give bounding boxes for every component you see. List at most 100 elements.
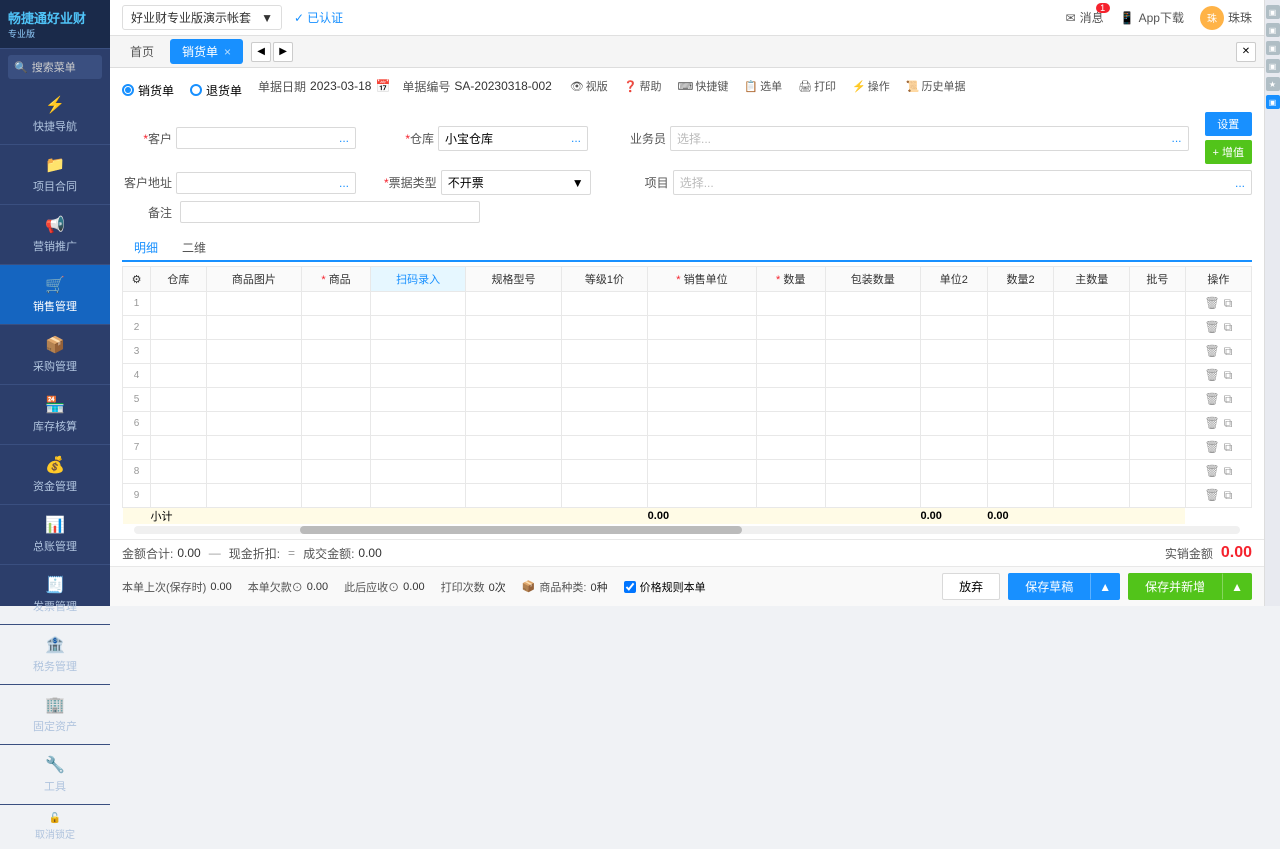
sidebar-item-accounting[interactable]: 📊 总账管理: [0, 505, 110, 565]
tab-home[interactable]: 首页: [118, 39, 166, 64]
message-button[interactable]: ✉ 1 消息: [1066, 9, 1104, 26]
detail-tab-section: 明细 二维: [110, 235, 1264, 266]
sidebar-item-invoice[interactable]: 🧾 发票管理: [0, 565, 110, 625]
table-row: 1 🗑 ⧉: [123, 292, 1252, 316]
row-delete-icon[interactable]: 🗑: [1204, 368, 1219, 383]
sidebar-item-tools[interactable]: 🔧 工具: [0, 745, 110, 805]
tab-close-all-button[interactable]: ✕: [1236, 42, 1256, 62]
operation-button[interactable]: ⚡ 操作: [846, 76, 896, 96]
sidebar-item-marketing[interactable]: 📢 营销推广: [0, 205, 110, 265]
save-draft-arrow[interactable]: ▲: [1090, 573, 1120, 600]
row-copy-icon[interactable]: ⧉: [1224, 296, 1233, 311]
row-copy-icon[interactable]: ⧉: [1224, 344, 1233, 359]
tab-next-button[interactable]: ▶: [273, 42, 293, 62]
salesman-input[interactable]: 选择... ...: [670, 126, 1189, 151]
sidebar-item-funds[interactable]: 💰 资金管理: [0, 445, 110, 505]
order-date-field: 单据日期 2023-03-18 📅: [258, 78, 390, 95]
row-copy-icon[interactable]: ⧉: [1224, 464, 1233, 479]
customer-dots[interactable]: ...: [339, 131, 349, 145]
remark-input[interactable]: [180, 201, 480, 223]
sidebar-item-fixed-assets[interactable]: 🏢 固定资产: [0, 685, 110, 745]
company-selector[interactable]: 好业财专业版演示帐套 ▼: [122, 5, 282, 30]
shortcut-label: 快捷键: [695, 78, 728, 94]
invoice-select[interactable]: 不开票 ▼: [441, 170, 591, 195]
print-count-value: 0次: [489, 579, 506, 595]
radio-return-circle: [190, 84, 202, 96]
warehouse-input[interactable]: 小宝仓库 ...: [438, 126, 588, 151]
search-menu-button[interactable]: 🔍 搜索菜单: [8, 55, 102, 79]
row-delete-icon[interactable]: 🗑: [1204, 392, 1219, 407]
sidebar-item-inventory[interactable]: 🏪 库存核算: [0, 385, 110, 445]
row-delete-icon[interactable]: 🗑: [1204, 464, 1219, 479]
help-button[interactable]: ❓ 帮助: [618, 76, 668, 96]
sidebar-item-label: 项目合同: [33, 178, 77, 194]
row-copy-icon[interactable]: ⧉: [1224, 392, 1233, 407]
history-button[interactable]: 📜 历史单据: [900, 76, 972, 96]
right-panel-icon-2[interactable]: ▣: [1266, 23, 1280, 37]
select-order-button[interactable]: 📋 选单: [738, 76, 788, 96]
scrollbar-thumb[interactable]: [300, 526, 742, 534]
table-row: 8 🗑 ⧉: [123, 460, 1252, 484]
address-input[interactable]: ...: [176, 172, 356, 194]
topbar-right: ✉ 1 消息 📱 App下载 珠 珠珠: [1066, 6, 1252, 30]
horizontal-scrollbar[interactable]: [134, 526, 1240, 534]
th-batch-input: 扫码录入: [371, 267, 466, 292]
calendar-icon[interactable]: 📅: [375, 79, 390, 93]
right-panel-icon-5[interactable]: ★: [1266, 77, 1280, 91]
tab-sales-order[interactable]: 销货单 ×: [170, 39, 243, 64]
row-delete-icon[interactable]: 🗑: [1204, 296, 1219, 311]
price-check-input[interactable]: [624, 581, 636, 593]
radio-return-order[interactable]: 退货单: [190, 82, 242, 99]
tab-prev-button[interactable]: ◀: [251, 42, 271, 62]
tab-2d[interactable]: 二维: [170, 235, 218, 260]
detail-table-container: ⚙ 仓库 商品图片 * 商品 扫码录入: [110, 266, 1264, 539]
warehouse-dots[interactable]: ...: [571, 131, 581, 145]
radio-sales-order[interactable]: 销货单: [122, 82, 174, 99]
th-pack-qty-label: 包装数量: [851, 274, 895, 286]
project-dots[interactable]: ...: [1235, 176, 1245, 190]
salesman-dots[interactable]: ...: [1171, 131, 1181, 145]
user-avatar[interactable]: 珠 珠珠: [1200, 6, 1252, 30]
row-copy-icon[interactable]: ⧉: [1224, 488, 1233, 503]
row-copy-icon[interactable]: ⧉: [1224, 440, 1233, 455]
right-panel-icon-6[interactable]: ▣: [1266, 95, 1280, 109]
app-download-button[interactable]: 📱 App下载: [1120, 9, 1184, 26]
sidebar-item-purchase[interactable]: 📦 采购管理: [0, 325, 110, 385]
project-input[interactable]: 选择... ...: [673, 170, 1252, 195]
right-panel-icon-4[interactable]: ▣: [1266, 59, 1280, 73]
abandon-button[interactable]: 放弃: [942, 573, 1000, 600]
print-button[interactable]: 🖨 打印: [792, 76, 842, 96]
th-warehouse: 仓库: [151, 267, 207, 292]
tab-detail[interactable]: 明细: [122, 235, 170, 262]
settings-button[interactable]: 设置: [1205, 112, 1253, 136]
sidebar-item-sales[interactable]: 🛒 销售管理: [0, 265, 110, 325]
search-icon: 🔍: [14, 61, 28, 74]
row-delete-icon[interactable]: 🗑: [1204, 440, 1219, 455]
save-draft-button[interactable]: 保存草稿: [1008, 573, 1090, 600]
row-delete-icon[interactable]: 🗑: [1204, 416, 1219, 431]
row-copy-icon[interactable]: ⧉: [1224, 368, 1233, 383]
save-new-arrow[interactable]: ▲: [1222, 573, 1252, 600]
row-delete-icon[interactable]: 🗑: [1204, 320, 1219, 335]
right-panel-icon-1[interactable]: ▣: [1266, 5, 1280, 19]
settings-icon[interactable]: ⚙: [132, 274, 142, 286]
right-panel-icon-3[interactable]: ▣: [1266, 41, 1280, 55]
sidebar-cancel-lock[interactable]: 🔓 取消锁定: [0, 805, 110, 849]
sidebar-item-tax[interactable]: 🏦 税务管理: [0, 625, 110, 685]
tab-close-button[interactable]: ×: [224, 45, 231, 59]
shortcut-button[interactable]: ⌨ 快捷键: [672, 76, 735, 96]
shortcut-icon: ⌨: [678, 80, 694, 93]
save-new-button[interactable]: 保存并新增: [1128, 573, 1222, 600]
view-button[interactable]: 👁 视版: [564, 76, 614, 96]
vat-button[interactable]: + 增值: [1205, 140, 1253, 164]
customer-input[interactable]: ...: [176, 127, 356, 149]
row-delete-icon[interactable]: 🗑: [1204, 488, 1219, 503]
sidebar-item-quick-nav[interactable]: ⚡ 快捷导航: [0, 85, 110, 145]
row-copy-icon[interactable]: ⧉: [1224, 416, 1233, 431]
row-delete-icon[interactable]: 🗑: [1204, 344, 1219, 359]
address-dots[interactable]: ...: [339, 176, 349, 190]
sidebar-item-project[interactable]: 📁 项目合同: [0, 145, 110, 205]
sidebar-item-label: 发票管理: [33, 598, 77, 614]
sidebar-logo: 畅捷通好业财 专业版: [0, 0, 110, 49]
row-copy-icon[interactable]: ⧉: [1224, 320, 1233, 335]
